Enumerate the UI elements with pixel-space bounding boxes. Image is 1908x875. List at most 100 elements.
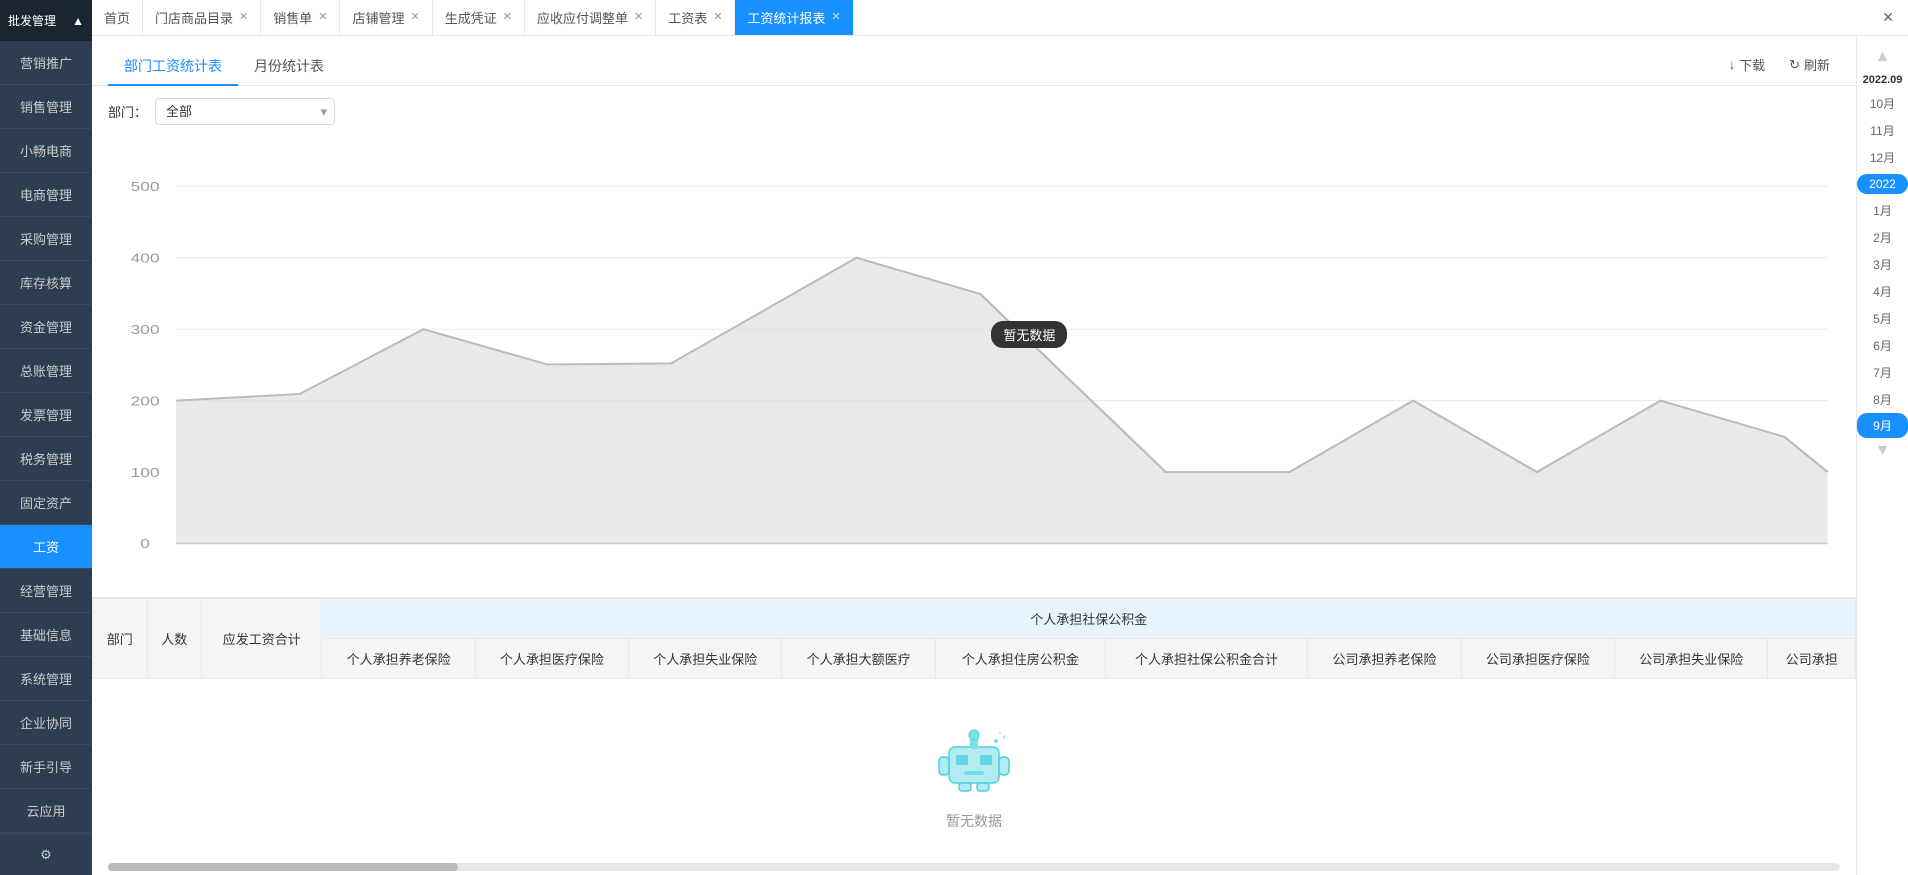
sidebar-item-basic[interactable]: 基础信息 xyxy=(0,613,92,657)
sidebar-item-mini-ecom[interactable]: 小畅电商 xyxy=(0,129,92,173)
sidebar-item-ecom[interactable]: 电商管理 xyxy=(0,173,92,217)
svg-text:300: 300 xyxy=(131,323,160,338)
sidebar-item-wages[interactable]: 工资 xyxy=(0,525,92,569)
filter-select-wrap: 全部 xyxy=(155,98,335,125)
col-company-last: 公司承担 xyxy=(1768,639,1856,679)
sidebar-title[interactable]: 批发管理 ▲ xyxy=(0,0,92,41)
timeline-jun[interactable]: 6月 xyxy=(1857,332,1908,359)
filter-row: 部门： 全部 xyxy=(92,86,1856,137)
close-all-button[interactable]: ✕ xyxy=(1876,5,1900,30)
main-area: 首页 门店商品目录 ✕ 销售单 ✕ 店铺管理 ✕ 生成凭证 ✕ 应收应付调整单 … xyxy=(92,0,1908,875)
tab-home[interactable]: 首页 xyxy=(92,0,143,35)
timeline-up-arrow[interactable]: ▲ xyxy=(1871,44,1895,70)
svg-text:500: 500 xyxy=(131,180,160,195)
timeline-mar[interactable]: 3月 xyxy=(1857,251,1908,278)
tab-payroll-report[interactable]: 工资统计报表 ✕ xyxy=(735,0,853,35)
data-table: 部门 人数 应发工资合计 个人承担社保公积金 xyxy=(92,598,1856,859)
timeline-may[interactable]: 5月 xyxy=(1857,305,1908,332)
tab-close-product-catalog[interactable]: ✕ xyxy=(239,12,248,23)
timeline-jan[interactable]: 1月 xyxy=(1857,197,1908,224)
sidebar-item-invoice[interactable]: 发票管理 xyxy=(0,393,92,437)
tab-close-payroll-report[interactable]: ✕ xyxy=(831,12,840,23)
sidebar-item-finance[interactable]: 资金管理 xyxy=(0,305,92,349)
timeline-jul[interactable]: 7月 xyxy=(1857,359,1908,386)
col-company-unemployment: 公司承担失业保险 xyxy=(1615,639,1768,679)
refresh-icon: ↻ xyxy=(1789,57,1800,73)
settings-icon: ⚙ xyxy=(40,847,52,862)
tab-close-store-mgmt[interactable]: ✕ xyxy=(411,12,420,23)
sidebar-title-arrow: ▲ xyxy=(72,14,84,28)
sidebar: 批发管理 ▲ 营销推广 销售管理 小畅电商 电商管理 采购管理 库存核算 资金管… xyxy=(0,0,92,875)
chart-tooltip: 暂无数据 xyxy=(991,321,1067,348)
sidebar-item-tax[interactable]: 税务管理 xyxy=(0,437,92,481)
tab-product-catalog[interactable]: 门店商品目录 ✕ xyxy=(143,0,261,35)
sidebar-item-ledger[interactable]: 总账管理 xyxy=(0,349,92,393)
chart-container: 0 100 200 300 400 500 xyxy=(92,137,1856,597)
download-button[interactable]: ↓ 下载 xyxy=(1719,51,1776,78)
sidebar-item-assets[interactable]: 固定资产 xyxy=(0,481,92,525)
col-personal-pension: 个人承担养老保险 xyxy=(322,639,475,679)
tab-bar: 首页 门店商品目录 ✕ 销售单 ✕ 店铺管理 ✕ 生成凭证 ✕ 应收应付调整单 … xyxy=(92,0,1908,36)
tab-close-payroll[interactable]: ✕ xyxy=(713,12,722,23)
tab-sales-order[interactable]: 销售单 ✕ xyxy=(261,0,340,35)
timeline-dec[interactable]: 12月 xyxy=(1857,144,1908,171)
empty-text: 暂无数据 xyxy=(946,811,1002,831)
tab-receivable[interactable]: 应收应付调整单 ✕ xyxy=(525,0,656,35)
timeline-feb[interactable]: 2月 xyxy=(1857,224,1908,251)
sidebar-item-purchase[interactable]: 采购管理 xyxy=(0,217,92,261)
empty-robot-icon xyxy=(934,719,1014,799)
empty-row: 暂无数据 xyxy=(93,679,1856,860)
svg-text:200: 200 xyxy=(131,394,160,409)
content-area: 部门工资统计表 月份统计表 ↓ 下载 ↻ 刷新 xyxy=(92,36,1908,875)
chart-area: 0 100 200 300 400 500 xyxy=(108,153,1840,553)
empty-state: 暂无数据 xyxy=(93,679,1856,859)
timeline-sep[interactable]: 9月 xyxy=(1857,413,1908,438)
tab-store-mgmt[interactable]: 店铺管理 ✕ xyxy=(340,0,432,35)
dept-filter-select[interactable]: 全部 xyxy=(155,98,335,125)
svg-text:400: 400 xyxy=(131,251,160,266)
sub-tabs: 部门工资统计表 月份统计表 ↓ 下载 ↻ 刷新 xyxy=(92,36,1856,86)
col-personal-major-medical: 个人承担大额医疗 xyxy=(782,639,935,679)
timeline-down-arrow[interactable]: ▼ xyxy=(1871,438,1895,464)
sidebar-item-marketing[interactable]: 营销推广 xyxy=(0,41,92,85)
timeline-panel: ▲ 2022.09 10月 11月 12月 2022 1月 2月 3月 xyxy=(1856,36,1908,875)
scrollbar-thumb[interactable] xyxy=(108,863,458,871)
col-personal-total: 个人承担社保公积金合计 xyxy=(1105,639,1308,679)
chart-svg: 0 100 200 300 400 500 xyxy=(108,153,1840,553)
sidebar-item-guide[interactable]: 新手引导 xyxy=(0,745,92,789)
col-group-personal: 个人承担社保公积金 xyxy=(322,599,1856,639)
sidebar-item-inventory[interactable]: 库存核算 xyxy=(0,261,92,305)
horizontal-scrollbar[interactable] xyxy=(108,863,1840,871)
col-dept: 部门 xyxy=(93,599,148,679)
sidebar-item-cloud[interactable]: 云应用 xyxy=(0,789,92,833)
tab-close-produce-cert[interactable]: ✕ xyxy=(503,12,512,23)
sub-tab-month-stats[interactable]: 月份统计表 xyxy=(238,48,340,86)
timeline-nov[interactable]: 11月 xyxy=(1857,117,1908,144)
refresh-button[interactable]: ↻ 刷新 xyxy=(1779,51,1840,78)
filter-label: 部门： xyxy=(108,102,147,121)
col-total-wage: 应发工资合计 xyxy=(202,599,322,679)
col-personal-unemployment: 个人承担失业保险 xyxy=(629,639,782,679)
download-icon: ↓ xyxy=(1729,57,1736,72)
sidebar-item-collab[interactable]: 企业协同 xyxy=(0,701,92,745)
sidebar-item-system[interactable]: 系统管理 xyxy=(0,657,92,701)
tab-produce-cert[interactable]: 生成凭证 ✕ xyxy=(433,0,525,35)
sidebar-item-sales[interactable]: 销售管理 xyxy=(0,85,92,129)
svg-text:0: 0 xyxy=(140,537,150,552)
timeline-aug[interactable]: 8月 xyxy=(1857,386,1908,413)
timeline-apr[interactable]: 4月 xyxy=(1857,278,1908,305)
col-personal-housing: 个人承担住房公积金 xyxy=(935,639,1105,679)
timeline-year-2022[interactable]: 2022 xyxy=(1857,174,1908,194)
timeline-oct[interactable]: 10月 xyxy=(1857,90,1908,117)
sub-tab-dept-stats[interactable]: 部门工资统计表 xyxy=(108,48,238,86)
col-company-pension: 公司承担养老保险 xyxy=(1308,639,1461,679)
svg-text:100: 100 xyxy=(131,466,160,481)
tab-close-sales-order[interactable]: ✕ xyxy=(318,12,327,23)
sidebar-settings[interactable]: ⚙ xyxy=(0,834,92,875)
tab-bar-end: ✕ xyxy=(1876,5,1908,30)
table-section[interactable]: 部门 人数 应发工资合计 个人承担社保公积金 xyxy=(92,597,1856,859)
sidebar-item-operation[interactable]: 经营管理 xyxy=(0,569,92,613)
tab-close-receivable[interactable]: ✕ xyxy=(634,12,643,23)
tab-payroll[interactable]: 工资表 ✕ xyxy=(656,0,735,35)
page-payroll-report: 部门工资统计表 月份统计表 ↓ 下载 ↻ 刷新 xyxy=(92,36,1856,875)
